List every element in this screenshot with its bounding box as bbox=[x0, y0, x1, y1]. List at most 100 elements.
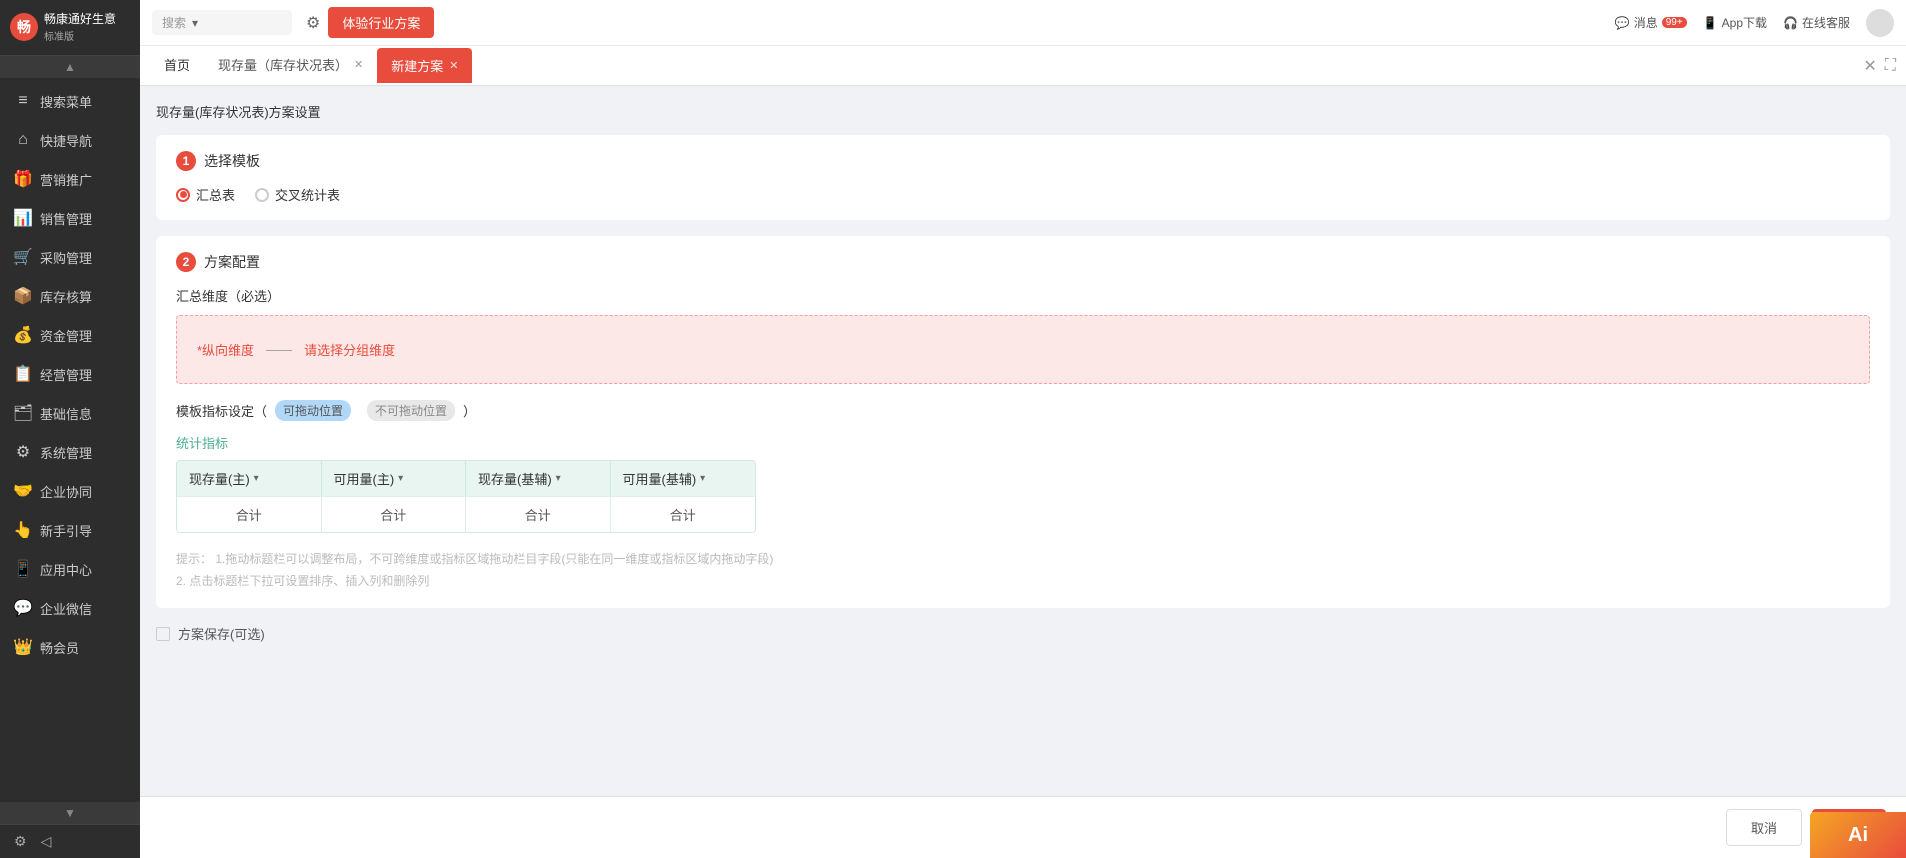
table-cell-0-2: 合计 bbox=[466, 496, 611, 532]
col-chevron-3[interactable]: ▾ bbox=[700, 473, 705, 484]
tab-inventory-close[interactable]: ✕ bbox=[354, 58, 363, 71]
step1-card: 1 选择模板 汇总表 交叉统计表 bbox=[156, 135, 1890, 220]
tab-home-label: 首页 bbox=[164, 55, 190, 74]
sidebar-item-app[interactable]: 📱 应用中心 bbox=[0, 550, 140, 589]
cooperation-icon: 🤝 bbox=[14, 482, 32, 500]
col-header-0[interactable]: 现存量(主) ▾ bbox=[177, 461, 322, 496]
sound-footer-icon[interactable]: ◁ bbox=[41, 833, 52, 850]
step1-number: 1 bbox=[176, 151, 196, 171]
sidebar-scroll-up[interactable]: ▲ bbox=[0, 56, 140, 78]
indicator-table-header: 现存量(主) ▾ 可用量(主) ▾ 现存量(基辅) ▾ 可用量(基辅) ▾ bbox=[177, 461, 755, 496]
save-checkbox[interactable] bbox=[156, 627, 170, 641]
sidebar-item-wechat[interactable]: 💬 企业微信 bbox=[0, 589, 140, 628]
col-header-1[interactable]: 可用量(主) ▾ bbox=[322, 461, 467, 496]
trial-button[interactable]: 体验行业方案 bbox=[328, 7, 434, 38]
tab-inventory[interactable]: 现存量（库存状况表） ✕ bbox=[204, 47, 377, 84]
sidebar-item-label: 新手引导 bbox=[40, 521, 92, 540]
message-label: 消息 bbox=[1634, 14, 1658, 31]
sidebar-footer: ⚙ ◁ bbox=[0, 824, 140, 858]
settings-icon[interactable]: ⚙ bbox=[306, 13, 320, 33]
sidebar-item-base[interactable]: 🗂 基础信息 bbox=[0, 394, 140, 433]
search-dropdown-icon[interactable]: ▾ bbox=[192, 16, 198, 30]
inventory-icon: 📦 bbox=[14, 287, 32, 305]
sidebar-item-quicknav[interactable]: ⌂ 快捷导航 bbox=[0, 121, 140, 160]
col-header-2[interactable]: 现存量(基辅) ▾ bbox=[466, 461, 611, 496]
cancel-button[interactable]: 取消 bbox=[1726, 809, 1802, 846]
app-name-label: 畅康通好生意 bbox=[44, 12, 116, 28]
tab-new-plan-close[interactable]: ✕ bbox=[449, 59, 458, 72]
message-btn[interactable]: 💬 消息 99+ bbox=[1615, 14, 1687, 31]
col-chevron-0[interactable]: ▾ bbox=[254, 473, 259, 484]
tip1-text: 1.拖动标题栏可以调整布局，不可跨维度或指标区域拖动栏目字段(只能在同一维度或指… bbox=[215, 552, 773, 566]
step2-header: 2 方案配置 bbox=[176, 252, 1870, 272]
step2-title: 方案配置 bbox=[204, 252, 260, 272]
step1-header: 1 选择模板 bbox=[176, 151, 1870, 171]
purchase-icon: 🛒 bbox=[14, 248, 32, 266]
col-header-3[interactable]: 可用量(基辅) ▾ bbox=[611, 461, 756, 496]
online-service-btn[interactable]: 🎧 在线客服 bbox=[1783, 14, 1850, 31]
radio-cross-circle bbox=[255, 188, 269, 202]
dimension-area[interactable]: *纵向维度 —— 请选择分组维度 bbox=[176, 315, 1870, 384]
sidebar-logo: 畅 畅康通好生意 标准版 bbox=[0, 0, 140, 56]
table-cell-0-3: 合计 bbox=[611, 496, 756, 532]
ai-badge[interactable]: Ai bbox=[1810, 812, 1906, 858]
tab-new-plan-label: 新建方案 bbox=[391, 56, 443, 75]
sidebar-scroll-down[interactable]: ▼ bbox=[0, 802, 140, 824]
tab-new-plan[interactable]: 新建方案 ✕ bbox=[377, 48, 472, 83]
app-logo-icon: 畅 bbox=[10, 13, 38, 41]
user-avatar[interactable] bbox=[1866, 9, 1894, 37]
search-icon: ≡ bbox=[14, 92, 32, 110]
save-option: 方案保存(可选) bbox=[156, 624, 1890, 643]
sidebar-item-finance[interactable]: 💰 资金管理 bbox=[0, 316, 140, 355]
expand-panel-icon[interactable]: ⛶ bbox=[1885, 57, 1896, 75]
close-panel-icon[interactable]: ✕ bbox=[1863, 56, 1876, 76]
topbar: 搜索 ▾ ⚙ 体验行业方案 💬 消息 99+ 📱 App下载 🎧 在线客服 bbox=[140, 0, 1906, 46]
radio-summary[interactable]: 汇总表 bbox=[176, 185, 235, 204]
radio-cross-label: 交叉统计表 bbox=[275, 185, 340, 204]
sidebar: 畅 畅康通好生意 标准版 ▲ ≡ 搜索菜单 ⌂ 快捷导航 🎁 营销推广 📊 销售… bbox=[0, 0, 140, 858]
sidebar-item-member[interactable]: 👑 畅会员 bbox=[0, 628, 140, 667]
dim-placeholder[interactable]: 请选择分组维度 bbox=[304, 340, 395, 359]
stat-indicators-title: 统计指标 bbox=[176, 433, 1870, 452]
col-chevron-1[interactable]: ▾ bbox=[398, 473, 403, 484]
sidebar-item-operations[interactable]: 📋 经营管理 bbox=[0, 355, 140, 394]
settings-footer-icon[interactable]: ⚙ bbox=[14, 833, 27, 850]
col-header-label-0: 现存量(主) bbox=[189, 469, 250, 488]
col-chevron-2[interactable]: ▾ bbox=[556, 473, 561, 484]
sidebar-item-system[interactable]: ⚙ 系统管理 bbox=[0, 433, 140, 472]
sidebar-item-purchase[interactable]: 🛒 采购管理 bbox=[0, 238, 140, 277]
search-area[interactable]: 搜索 ▾ bbox=[152, 10, 292, 35]
tab-home[interactable]: 首页 bbox=[150, 47, 204, 84]
radio-summary-circle bbox=[176, 188, 190, 202]
dim-divider: —— bbox=[266, 342, 292, 357]
tab-inventory-label: 现存量（库存状况表） bbox=[218, 55, 348, 74]
indicator-table: 现存量(主) ▾ 可用量(主) ▾ 现存量(基辅) ▾ 可用量(基辅) ▾ bbox=[176, 460, 756, 533]
sidebar-item-label: 企业微信 bbox=[40, 599, 92, 618]
sidebar-item-marketing[interactable]: 🎁 营销推广 bbox=[0, 160, 140, 199]
member-icon: 👑 bbox=[14, 638, 32, 656]
radio-summary-label: 汇总表 bbox=[196, 185, 235, 204]
operations-icon: 📋 bbox=[14, 365, 32, 383]
sidebar-item-label: 经营管理 bbox=[40, 365, 92, 384]
tab-actions: ✕ ⛶ bbox=[1863, 56, 1896, 76]
sidebar-item-newbie[interactable]: 👆 新手引导 bbox=[0, 511, 140, 550]
sidebar-item-label: 营销推广 bbox=[40, 170, 92, 189]
col-header-label-2: 现存量(基辅) bbox=[478, 469, 552, 488]
system-icon: ⚙ bbox=[14, 443, 32, 461]
app-download-btn[interactable]: 📱 App下载 bbox=[1703, 14, 1767, 31]
finance-icon: 💰 bbox=[14, 326, 32, 344]
indicator-settings-suffix: ） bbox=[463, 401, 476, 420]
sidebar-item-inventory[interactable]: 📦 库存核算 bbox=[0, 277, 140, 316]
sidebar-item-label: 基础信息 bbox=[40, 404, 92, 423]
sidebar-item-cooperation[interactable]: 🤝 企业协同 bbox=[0, 472, 140, 511]
online-service-label: 在线客服 bbox=[1802, 14, 1850, 31]
newbie-icon: 👆 bbox=[14, 521, 32, 539]
headset-icon: 🎧 bbox=[1783, 16, 1798, 30]
sidebar-item-sales[interactable]: 📊 销售管理 bbox=[0, 199, 140, 238]
radio-cross[interactable]: 交叉统计表 bbox=[255, 185, 340, 204]
sidebar-item-label: 采购管理 bbox=[40, 248, 92, 267]
content-area: 现存量(库存状况表)方案设置 1 选择模板 汇总表 交叉统计表 2 bbox=[140, 86, 1906, 796]
draggable-badge: 可拖动位置 bbox=[275, 400, 351, 421]
sidebar-item-label: 应用中心 bbox=[40, 560, 92, 579]
sidebar-item-search[interactable]: ≡ 搜索菜单 bbox=[0, 82, 140, 121]
